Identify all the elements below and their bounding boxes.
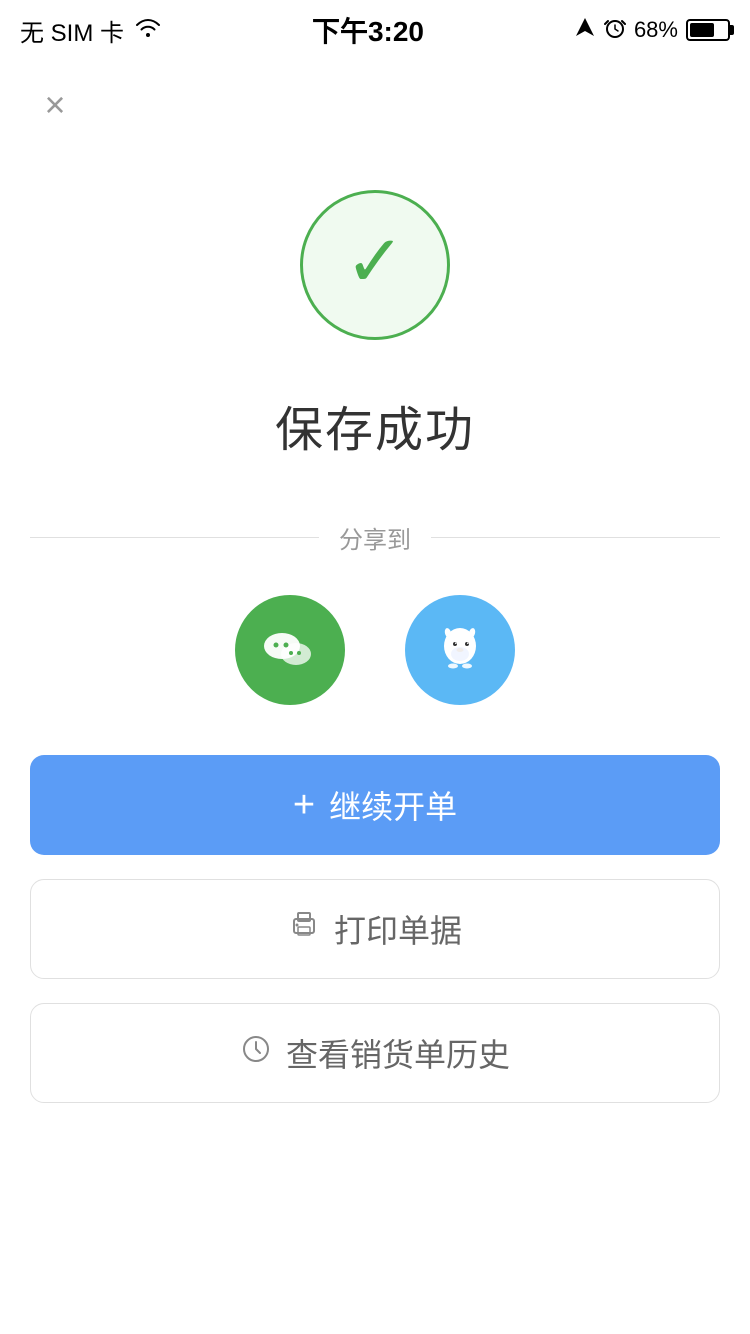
continue-order-button[interactable]: + 继续开单 <box>30 755 720 855</box>
wechat-icon <box>258 618 322 682</box>
action-buttons: + 继续开单 打印单据 查看销货单历史 <box>30 755 720 1103</box>
success-icon-wrapper: ✓ <box>300 190 450 340</box>
checkmark-icon: ✓ <box>345 226 405 298</box>
print-button[interactable]: 打印单据 <box>30 879 720 979</box>
close-button[interactable]: × <box>30 80 80 130</box>
success-circle: ✓ <box>300 190 450 340</box>
carrier-text: 无 SIM 卡 <box>20 13 124 48</box>
close-icon: × <box>44 87 65 123</box>
close-row: × <box>30 60 720 150</box>
battery-percentage: 68% <box>634 17 678 43</box>
success-title: 保存成功 <box>275 390 475 460</box>
location-icon <box>574 16 596 44</box>
status-right: 68% <box>574 16 730 44</box>
share-icons-row <box>30 595 720 705</box>
share-section: 分享到 <box>30 520 720 705</box>
status-left: 无 SIM 卡 <box>20 13 162 48</box>
wifi-icon <box>134 16 162 44</box>
print-label: 打印单据 <box>334 906 462 952</box>
status-time: 下午3:20 <box>312 10 424 50</box>
battery-icon <box>686 19 730 41</box>
plus-icon: + <box>293 784 315 827</box>
qq-share-button[interactable] <box>405 595 515 705</box>
divider-right <box>431 537 720 538</box>
main-content: × ✓ 保存成功 分享到 <box>0 60 750 1334</box>
alarm-icon <box>604 16 626 44</box>
history-label: 查看销货单历史 <box>286 1030 510 1076</box>
status-bar: 无 SIM 卡 下午3:20 68% <box>0 0 750 60</box>
qq-icon <box>430 620 490 680</box>
share-divider-row: 分享到 <box>30 520 720 555</box>
share-label: 分享到 <box>339 520 411 555</box>
print-icon <box>288 909 320 949</box>
history-button[interactable]: 查看销货单历史 <box>30 1003 720 1103</box>
wechat-share-button[interactable] <box>235 595 345 705</box>
continue-order-label: 继续开单 <box>329 782 457 828</box>
history-icon <box>240 1033 272 1073</box>
divider-left <box>30 537 319 538</box>
